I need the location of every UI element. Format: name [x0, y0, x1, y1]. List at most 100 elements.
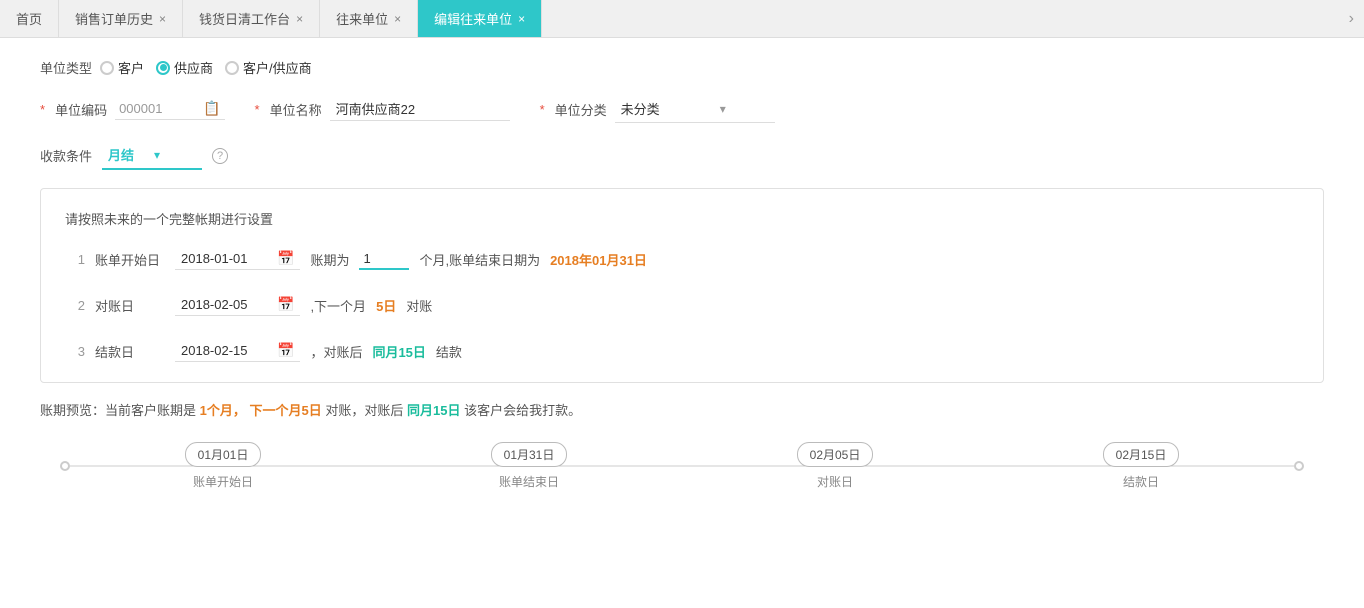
tab-edit-partner[interactable]: 编辑往来单位 × — [418, 0, 542, 37]
timeline-badge-1: 01月01日 — [185, 442, 262, 467]
tab-sales-history[interactable]: 销售订单历史 × — [59, 0, 183, 37]
preview-end: 同月15日 — [407, 403, 460, 418]
radio-customer-label: 客户 — [118, 58, 144, 77]
step-1-label: 账单开始日 — [95, 250, 165, 269]
step-2-highlight: 5日 — [376, 296, 396, 315]
timeline-item-2: 01月31日 账单结束日 — [491, 442, 568, 490]
unit-name-label: 单位名称 — [270, 100, 322, 119]
step-2-date-wrap: 📅 — [175, 294, 300, 316]
preview-prefix: 账期预览：当前客户账期是 — [40, 403, 196, 418]
unit-info-row: * 单位编码 📋 * 单位名称 * 单位分类 未分类 ▾ — [40, 95, 1324, 123]
step-3-highlight: 同月15日 — [372, 342, 425, 361]
step-3-date-input[interactable] — [181, 343, 271, 358]
unit-type-label: 单位类型 — [40, 58, 92, 77]
step-2-num: 2 — [65, 298, 85, 313]
tab-edit-partner-close[interactable]: × — [518, 12, 525, 26]
step-3-num: 3 — [65, 344, 85, 359]
tab-partner-label: 往来单位 — [336, 9, 388, 28]
timeline-container: 01月01日 账单开始日 01月31日 账单结束日 02月05日 对账日 02月… — [60, 442, 1304, 490]
payment-condition-row: 收款条件 月结 ▾ ? — [40, 141, 1324, 170]
step-2-date-input[interactable] — [181, 297, 271, 312]
radio-supplier-circle — [156, 61, 170, 75]
step-1-cal-icon[interactable]: 📅 — [277, 250, 294, 267]
unit-category-required: * — [540, 102, 545, 117]
unit-code-label: 单位编码 — [55, 100, 107, 119]
step-1-suffix-middle: 个月,账单结束日期为 — [419, 250, 540, 269]
timeline-label-1: 账单开始日 — [193, 473, 253, 490]
radio-customer-supplier[interactable]: 客户/供应商 — [225, 58, 312, 77]
tab-edit-partner-label: 编辑往来单位 — [434, 9, 512, 28]
timeline-label-2: 账单结束日 — [499, 473, 559, 490]
timeline-badge-4: 02月15日 — [1103, 442, 1180, 467]
tab-home-label: 首页 — [16, 9, 42, 28]
payment-condition-arrow: ▾ — [154, 148, 160, 162]
timeline-badge-3: 02月05日 — [797, 442, 874, 467]
unit-type-radio-group: 客户 供应商 客户/供应商 — [100, 58, 312, 77]
tab-scroll-right[interactable]: › — [1339, 0, 1364, 37]
step-3-suffix-before: ，对账后 — [310, 342, 362, 361]
timeline-item-1: 01月01日 账单开始日 — [185, 442, 262, 490]
unit-name-required: * — [255, 102, 260, 117]
tab-partner[interactable]: 往来单位 × — [320, 0, 418, 37]
unit-category-label: 单位分类 — [555, 100, 607, 119]
tab-cash-work[interactable]: 钱货日清工作台 × — [183, 0, 320, 37]
settings-card: 请按照未来的一个完整帐期进行设置 1 账单开始日 📅 账期为 个月,账单结束日期… — [40, 188, 1324, 383]
help-icon[interactable]: ? — [212, 148, 228, 164]
tab-home[interactable]: 首页 — [0, 0, 59, 37]
unit-code-field: * 单位编码 📋 — [40, 98, 225, 120]
unit-category-field: * 单位分类 未分类 ▾ — [540, 95, 775, 123]
unit-name-field: * 单位名称 — [255, 97, 510, 121]
timeline-label-3: 对账日 — [817, 473, 853, 490]
step-2-suffix-after: 对账 — [406, 296, 432, 315]
tab-partner-close[interactable]: × — [394, 12, 401, 26]
step-1-num: 1 — [65, 252, 85, 267]
step-3-label: 结款日 — [95, 342, 165, 361]
step-1-end-date: 2018年01月31日 — [550, 250, 647, 269]
unit-category-arrow: ▾ — [720, 102, 726, 116]
radio-customer-supplier-label: 客户/供应商 — [243, 58, 312, 77]
unit-type-row: 单位类型 客户 供应商 客户/供应商 — [40, 58, 1324, 77]
preview-section: 账期预览：当前客户账期是 1个月， 下一个月5日 对账，对账后 同月15日 该客… — [40, 399, 1324, 422]
preview-suffix: 该客户会给我打款。 — [464, 403, 581, 418]
step-2-label: 对账日 — [95, 296, 165, 315]
radio-customer[interactable]: 客户 — [100, 58, 144, 77]
radio-customer-supplier-circle — [225, 61, 239, 75]
preview-middle: 下一个月5日 — [250, 403, 322, 418]
timeline-badge-2: 01月31日 — [491, 442, 568, 467]
tab-cash-work-label: 钱货日清工作台 — [199, 9, 290, 28]
card-title: 请按照未来的一个完整帐期进行设置 — [65, 209, 1299, 228]
preview-period: 1个月， — [200, 403, 246, 418]
unit-code-input-wrap: 📋 — [115, 98, 224, 120]
step-2-cal-icon[interactable]: 📅 — [277, 296, 294, 313]
unit-code-input[interactable] — [119, 101, 199, 116]
tab-sales-history-close[interactable]: × — [159, 12, 166, 26]
tab-sales-history-label: 销售订单历史 — [75, 9, 153, 28]
timeline-start-dot — [60, 461, 70, 471]
unit-type-field: 单位类型 客户 供应商 客户/供应商 — [40, 58, 312, 77]
unit-category-value: 未分类 — [621, 99, 660, 118]
timeline-item-3: 02月05日 对账日 — [797, 442, 874, 490]
payment-condition-label: 收款条件 — [40, 146, 92, 165]
unit-code-icon[interactable]: 📋 — [203, 100, 220, 117]
step-1-date-wrap: 📅 — [175, 248, 300, 270]
unit-category-select[interactable]: 未分类 ▾ — [615, 95, 775, 123]
unit-code-required: * — [40, 102, 45, 117]
timeline-items: 01月01日 账单开始日 01月31日 账单结束日 02月05日 对账日 02月… — [70, 442, 1294, 490]
payment-condition-select[interactable]: 月结 ▾ — [102, 141, 202, 170]
preview-middle2: 对账，对账后 — [325, 403, 403, 418]
step-1-period-input[interactable] — [359, 249, 409, 270]
unit-name-input[interactable] — [330, 97, 510, 121]
timeline-label-4: 结款日 — [1123, 473, 1159, 490]
radio-supplier-label: 供应商 — [174, 58, 213, 77]
timeline-item-4: 02月15日 结款日 — [1103, 442, 1180, 490]
step-1-date-input[interactable] — [181, 251, 271, 266]
payment-condition-value: 月结 — [108, 145, 134, 164]
step-1-row: 1 账单开始日 📅 账期为 个月,账单结束日期为 2018年01月31日 — [65, 248, 1299, 270]
radio-supplier[interactable]: 供应商 — [156, 58, 213, 77]
step-3-suffix-after: 结款 — [436, 342, 462, 361]
step-3-cal-icon[interactable]: 📅 — [277, 342, 294, 359]
radio-customer-circle — [100, 61, 114, 75]
step-3-row: 3 结款日 📅 ，对账后 同月15日 结款 — [65, 340, 1299, 362]
tab-cash-work-close[interactable]: × — [296, 12, 303, 26]
main-content: 单位类型 客户 供应商 客户/供应商 * 单位编码 — [0, 38, 1364, 608]
